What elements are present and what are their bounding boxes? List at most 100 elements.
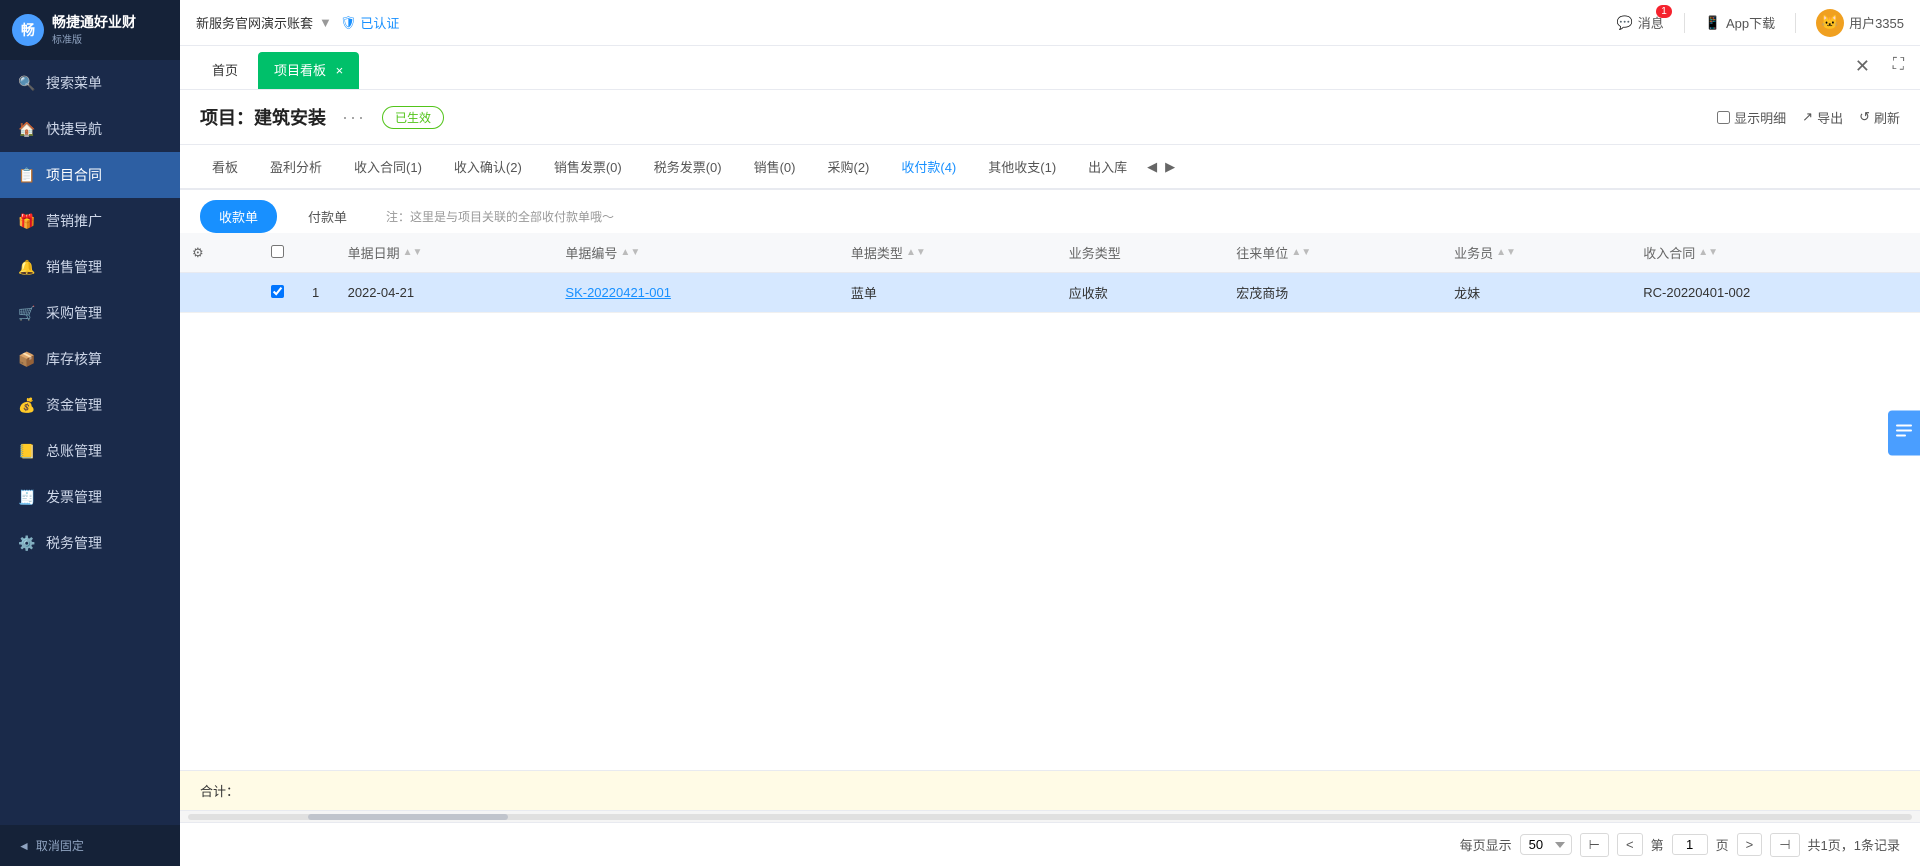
page-size-select[interactable]: 50 100 200 [1520,834,1572,855]
sort-date[interactable]: 单据日期 ▲▼ [348,243,423,262]
row-checkbox-cell[interactable] [259,273,296,313]
th-partner[interactable]: 往来单位 ▲▼ [1224,233,1442,273]
table-row[interactable]: 1 2022-04-21 SK-20220421-001 蓝单 应收款 宏茂商场… [180,273,1920,313]
row-checkbox[interactable] [271,285,284,298]
sidebar-item-sales[interactable]: 🔔 销售管理 [0,244,180,290]
message-button[interactable]: 💬 消息 1 [1617,13,1664,32]
scrollbar-thumb[interactable] [308,814,508,820]
th-date[interactable]: 单据日期 ▲▼ [336,233,554,273]
sub-tab-income-contract[interactable]: 收入合同(1) [338,145,438,190]
page-unit: 页 [1716,835,1729,854]
tax-icon: ⚙️ [18,534,36,552]
sort-date-icon: ▲▼ [403,248,423,258]
content-wrapper: 首页 项目看板 × ✕ ⛶ 项目：建筑安装 ··· 已生效 显示明细 ↗ 导出 [180,46,1920,866]
sidebar: 畅 畅捷通好业财 标准版 🔍 搜索菜单 🏠 快捷导航 📋 项目合同 🎁 营销推广… [0,0,180,866]
sidebar-item-label: 采购管理 [46,303,102,323]
row-code-link[interactable]: SK-20220421-001 [565,285,671,300]
row-code[interactable]: SK-20220421-001 [553,273,839,313]
sidebar-item-inventory[interactable]: 📦 库存核算 [0,336,180,382]
th-biztype: 业务类型 [1057,233,1225,273]
tab-project-kanban[interactable]: 项目看板 × [258,52,359,89]
refresh-button[interactable]: ↺ 刷新 [1859,108,1900,127]
project-status-badge: 已生效 [382,106,444,129]
sidebar-item-label: 库存核算 [46,349,102,369]
page-input[interactable] [1672,834,1708,855]
inner-tab-receipts[interactable]: 收款单 [200,200,277,233]
sidebar-item-contract[interactable]: 📋 项目合同 [0,152,180,198]
select-all-checkbox[interactable] [271,245,284,258]
project-label: 项目：建筑安装 [200,104,326,130]
show-detail-input[interactable] [1717,111,1730,124]
sub-tab-purchase[interactable]: 采购(2) [811,145,885,190]
project-more-button[interactable]: ··· [342,107,366,128]
money-icon: 💰 [18,396,36,414]
th-type[interactable]: 单据类型 ▲▼ [839,233,1057,273]
sidebar-unpin[interactable]: ◄ 取消固定 [0,825,180,866]
main-area: 新服务官网演示账套 ▼ 🛡 已认证 💬 消息 1 📱 App下载 🐱 用 [180,0,1920,866]
sub-tab-receipts[interactable]: 收付款(4) [885,145,972,190]
account-selector[interactable]: 新服务官网演示账套 ▼ [196,13,332,32]
window-close-button[interactable]: ✕ [1855,56,1870,77]
page-size-label: 每页显示 [1460,835,1512,854]
sidebar-item-purchase[interactable]: 🛒 采购管理 [0,290,180,336]
sub-tab-inout[interactable]: 出入库 [1072,145,1143,190]
tab-home[interactable]: 首页 [196,52,254,89]
page-label: 第 [1651,835,1664,854]
sidebar-item-tax[interactable]: ⚙️ 税务管理 [0,520,180,566]
sort-type[interactable]: 单据类型 ▲▼ [851,243,926,262]
sub-tab-tax-invoice[interactable]: 税务发票(0) [638,145,738,190]
tab-close-icon[interactable]: × [336,63,344,78]
sidebar-item-label: 搜索菜单 [46,73,102,93]
sidebar-item-label: 项目合同 [46,165,102,185]
contract-icon: 📋 [18,166,36,184]
inner-tab-payments[interactable]: 付款单 [289,200,366,233]
window-expand-button[interactable]: ⛶ [1893,56,1904,74]
total-label: 合计： [200,781,239,800]
bell-icon: 🔔 [18,258,36,276]
sub-tab-other[interactable]: 其他收支(1) [972,145,1072,190]
sub-tab-sales[interactable]: 销售(0) [738,145,812,190]
user-menu[interactable]: 🐱 用户3355 [1816,9,1904,37]
export-button[interactable]: ↗ 导出 [1802,108,1843,127]
sub-tab-next-arrow[interactable]: ▶ [1161,151,1179,183]
sub-tab-profit[interactable]: 盈利分析 [254,145,338,190]
sub-tab-sales-invoice[interactable]: 销售发票(0) [538,145,638,190]
page-prev-button[interactable]: < [1617,833,1643,856]
logo-text: 畅捷通好业财 [52,14,136,31]
row-type: 蓝单 [839,273,1057,313]
page-next-button[interactable]: > [1737,833,1763,856]
cart-icon: 🛒 [18,304,36,322]
sort-salesperson[interactable]: 业务员 ▲▼ [1454,243,1516,262]
sidebar-item-quicknav[interactable]: 🏠 快捷导航 [0,106,180,152]
sidebar-item-invoice[interactable]: 🧾 发票管理 [0,474,180,520]
box-icon: 📦 [18,350,36,368]
sort-income-contract[interactable]: 收入合同 ▲▼ [1643,243,1718,262]
sub-tab-prev-arrow[interactable]: ◀ [1143,151,1161,183]
sort-partner[interactable]: 往来单位 ▲▼ [1236,243,1311,262]
scrollbar-track[interactable] [188,814,1912,820]
app-download-button[interactable]: 📱 App下载 [1705,13,1775,32]
th-salesperson[interactable]: 业务员 ▲▼ [1442,233,1631,273]
th-code[interactable]: 单据编号 ▲▼ [553,233,839,273]
sidebar-scroll: 🔍 搜索菜单 🏠 快捷导航 📋 项目合同 🎁 营销推广 🔔 销售管理 🛒 采购管… [0,60,180,825]
project-header: 项目：建筑安装 ··· 已生效 显示明细 ↗ 导出 ↺ 刷新 [180,90,1920,145]
sort-code[interactable]: 单据编号 ▲▼ [565,243,640,262]
sidebar-item-marketing[interactable]: 🎁 营销推广 [0,198,180,244]
topbar-left: 新服务官网演示账套 ▼ 🛡 已认证 [196,13,1601,32]
th-settings[interactable]: ⚙ [180,233,259,273]
refresh-label: 刷新 [1874,108,1900,127]
sidebar-item-label: 发票管理 [46,487,102,507]
sub-tab-kanban[interactable]: 看板 [196,145,254,190]
float-action-button[interactable] [1888,411,1920,456]
page-first-button[interactable]: ⊢ [1580,833,1609,857]
invoice-icon: 🧾 [18,488,36,506]
sidebar-item-ledger[interactable]: 📒 总账管理 [0,428,180,474]
page-last-button[interactable]: ⊣ [1770,833,1799,857]
show-detail-checkbox[interactable]: 显示明细 [1717,108,1786,127]
sidebar-item-finance[interactable]: 💰 资金管理 [0,382,180,428]
table-scroll[interactable]: ⚙ 单据日期 ▲▼ [180,233,1920,770]
horizontal-scrollbar[interactable] [180,810,1920,822]
sidebar-item-search[interactable]: 🔍 搜索菜单 [0,60,180,106]
sub-tab-income-confirm[interactable]: 收入确认(2) [438,145,538,190]
th-income-contract[interactable]: 收入合同 ▲▼ [1631,233,1920,273]
